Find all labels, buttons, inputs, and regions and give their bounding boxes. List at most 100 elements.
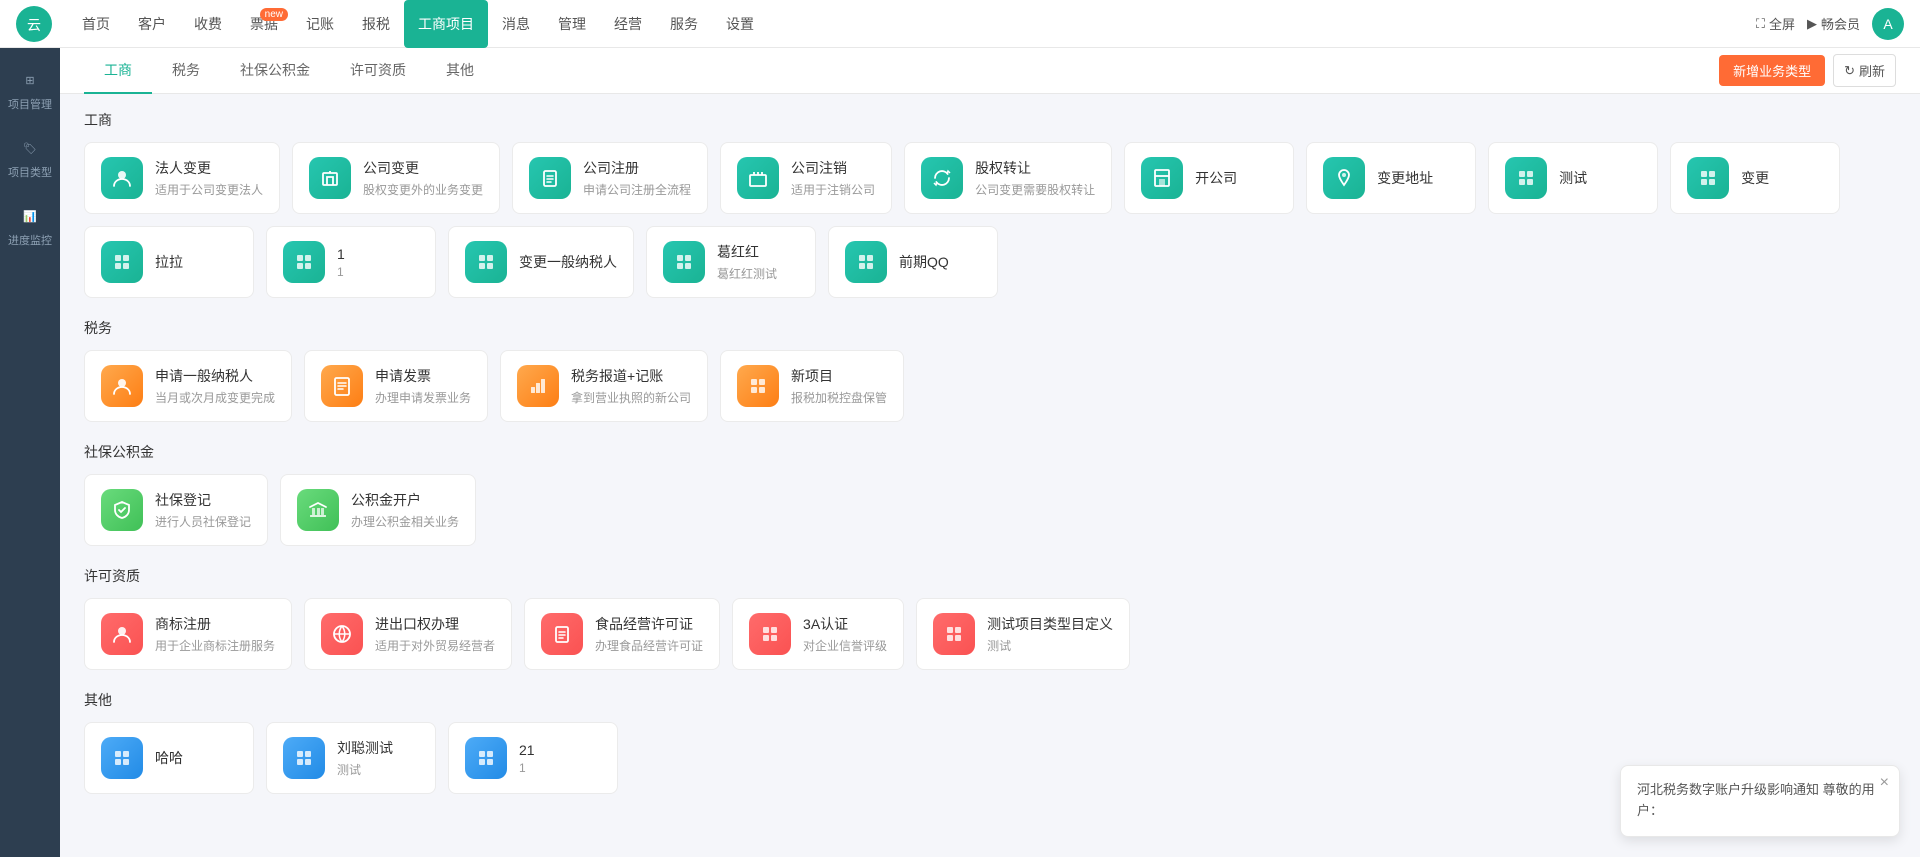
service-card[interactable]: 哈哈 [84,722,254,794]
service-card[interactable]: 葛红红 葛红红测试 [646,226,816,298]
nav-item-设置[interactable]: 设置 [712,0,768,48]
service-card[interactable]: 刘聪测试 测试 [266,722,436,794]
fullscreen-btn[interactable]: ⛶ 全屏 [1756,14,1795,33]
nav-item-收费[interactable]: 收费 [180,0,236,48]
card-text: 拉拉 [155,252,183,272]
card-name: 公积金开户 [351,490,459,510]
service-card[interactable]: 3A认证 对企业信誉评级 [732,598,904,670]
nav-items: 首页客户收费票据new记账报税工商项目消息管理经营服务设置 [68,0,768,48]
card-icon [1687,157,1729,199]
card-desc: 申请公司注册全流程 [583,181,691,198]
card-desc: 适用于公司变更法人 [155,181,263,198]
service-card[interactable]: 变更 [1670,142,1840,214]
card-name: 商标注册 [155,614,275,634]
top-nav: 云 首页客户收费票据new记账报税工商项目消息管理经营服务设置 ⛶ 全屏 ▶ 畅… [0,0,1920,48]
service-card[interactable]: 股权转让 公司变更需要股权转让 [904,142,1112,214]
card-text: 葛红红 葛红红测试 [717,242,777,282]
card-name: 税务报道+记账 [571,366,691,386]
card-name: 变更地址 [1377,168,1433,188]
notification-close[interactable]: × [1880,774,1889,792]
service-card[interactable]: 公司变更 股权变更外的业务变更 [292,142,500,214]
card-text: 公司注销 适用于注销公司 [791,158,875,198]
nav-item-管理[interactable]: 管理 [544,0,600,48]
service-card[interactable]: 1 1 [266,226,436,298]
tab-税务[interactable]: 税务 [152,48,220,94]
card-desc: 拿到营业执照的新公司 [571,389,691,406]
card-name: 21 [519,742,535,758]
card-text: 21 1 [519,742,535,775]
service-card[interactable]: 公司注销 适用于注销公司 [720,142,892,214]
card-text: 新项目 报税加税控盘保管 [791,366,887,406]
card-icon [465,737,507,779]
service-card[interactable]: 测试 [1488,142,1658,214]
service-card[interactable]: 拉拉 [84,226,254,298]
tab-其他[interactable]: 其他 [426,48,494,94]
card-icon [321,365,363,407]
card-grid-许可资质: 商标注册 用于企业商标注册服务 进出口权办理 适用于对外贸易经营者 食品经营许可… [84,598,1896,670]
card-text: 进出口权办理 适用于对外贸易经营者 [375,614,495,654]
service-card[interactable]: 测试项目类型目定义 测试 [916,598,1130,670]
card-icon [283,241,325,283]
main-content: 工商 法人变更 适用于公司变更法人 公司变更 股权变更外的业务变更 公司注册 申… [60,94,1920,857]
member-btn[interactable]: ▶ 畅会员 [1807,14,1860,33]
card-desc: 适用于对外贸易经营者 [375,637,495,654]
tab-工商[interactable]: 工商 [84,48,152,94]
nav-item-票据[interactable]: 票据new [236,0,292,48]
service-card[interactable]: 进出口权办理 适用于对外贸易经营者 [304,598,512,670]
nav-item-经营[interactable]: 经营 [600,0,656,48]
service-card[interactable]: 税务报道+记账 拿到营业执照的新公司 [500,350,708,422]
service-card[interactable]: 法人变更 适用于公司变更法人 [84,142,280,214]
card-text: 3A认证 对企业信誉评级 [803,614,887,654]
service-card[interactable]: 公积金开户 办理公积金相关业务 [280,474,476,546]
nav-item-客户[interactable]: 客户 [124,0,180,48]
service-card[interactable]: 变更地址 [1306,142,1476,214]
card-icon [101,613,143,655]
sidebar-icon-2: 📊 [18,204,42,228]
card-text: 哈哈 [155,748,183,768]
card-icon [101,737,143,779]
card-text: 食品经营许可证 办理食品经营许可证 [595,614,703,654]
service-card[interactable]: 开公司 [1124,142,1294,214]
service-card[interactable]: 前期QQ [828,226,998,298]
service-card[interactable]: 新项目 报税加税控盘保管 [720,350,904,422]
card-icon [845,241,887,283]
refresh-button[interactable]: ↻ 刷新 [1833,54,1896,87]
avatar[interactable]: A [1872,8,1904,40]
card-name: 测试 [1559,168,1587,188]
nav-badge: new [260,8,288,21]
tab-社保公积金[interactable]: 社保公积金 [220,48,330,94]
tab-许可资质[interactable]: 许可资质 [330,48,426,94]
logo[interactable]: 云 [16,6,52,42]
nav-item-首页[interactable]: 首页 [68,0,124,48]
section-title-税务: 税务 [84,318,1896,338]
nav-item-消息[interactable]: 消息 [488,0,544,48]
nav-item-报税[interactable]: 报税 [348,0,404,48]
section-title-许可资质: 许可资质 [84,566,1896,586]
service-card[interactable]: 申请发票 办理申请发票业务 [304,350,488,422]
service-card[interactable]: 食品经营许可证 办理食品经营许可证 [524,598,720,670]
service-card[interactable]: 21 1 [448,722,618,794]
card-desc: 办理公积金相关业务 [351,513,459,530]
service-card[interactable]: 公司注册 申请公司注册全流程 [512,142,708,214]
sidebar-item-进度监控[interactable]: 📊进度监控 [2,194,58,258]
card-icon [283,737,325,779]
sidebar-item-项目管理[interactable]: ⊞项目管理 [2,58,58,122]
card-name: 1 [337,246,345,262]
sidebar-item-项目类型[interactable]: 🏷项目类型 [2,126,58,190]
service-card[interactable]: 申请一般纳税人 当月或次月成变更完成 [84,350,292,422]
card-text: 测试项目类型目定义 测试 [987,614,1113,654]
service-card[interactable]: 变更一般纳税人 [448,226,634,298]
card-name: 3A认证 [803,614,887,634]
service-card[interactable]: 商标注册 用于企业商标注册服务 [84,598,292,670]
card-name: 股权转让 [975,158,1095,178]
service-card[interactable]: 社保登记 进行人员社保登记 [84,474,268,546]
nav-item-服务[interactable]: 服务 [656,0,712,48]
nav-item-工商项目[interactable]: 工商项目 [404,0,488,48]
card-text: 1 1 [337,246,345,279]
svg-text:云: 云 [27,17,41,33]
card-desc: 1 [519,761,535,775]
add-type-button[interactable]: 新增业务类型 [1719,55,1825,86]
card-name: 葛红红 [717,242,777,262]
nav-item-记账[interactable]: 记账 [292,0,348,48]
card-grid-社保公积金: 社保登记 进行人员社保登记 公积金开户 办理公积金相关业务 [84,474,1896,546]
